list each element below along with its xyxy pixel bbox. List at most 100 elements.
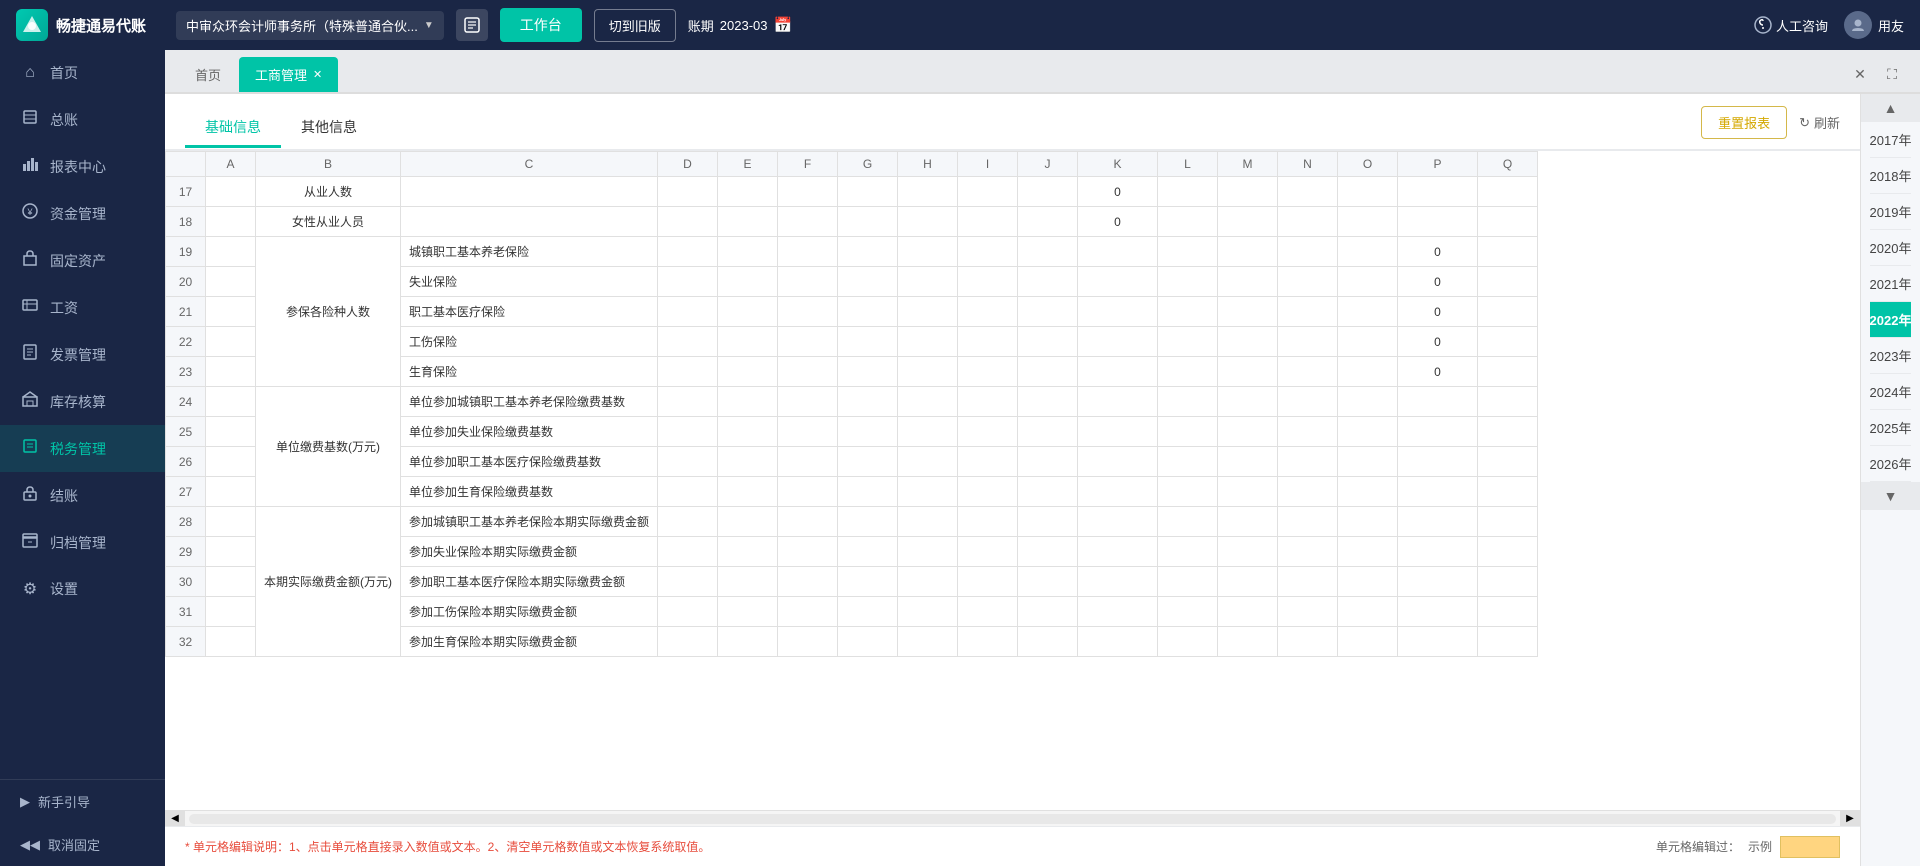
cell-G[interactable] [838,507,898,537]
cell-E[interactable] [718,627,778,657]
cell-I[interactable] [958,207,1018,237]
sidebar-item-close[interactable]: 结账 [0,472,165,519]
cell-E[interactable] [718,207,778,237]
cell-B-category[interactable]: 本期实际缴费金额(万元) [256,507,401,657]
cell-E[interactable] [718,297,778,327]
cell-J[interactable] [1018,357,1078,387]
cell-H[interactable] [898,327,958,357]
cell-D[interactable] [658,567,718,597]
cell-L[interactable] [1158,387,1218,417]
cell-G[interactable] [838,207,898,237]
cell-O[interactable] [1338,207,1398,237]
cell-M[interactable] [1218,327,1278,357]
cell-A[interactable] [206,477,256,507]
cell-M[interactable] [1218,477,1278,507]
cell-N[interactable] [1278,237,1338,267]
cell-M[interactable] [1218,207,1278,237]
cell-I[interactable] [958,327,1018,357]
sidebar-item-reports[interactable]: 报表中心 [0,143,165,190]
cell-Q[interactable] [1478,237,1538,267]
cell-Q[interactable] [1478,477,1538,507]
cell-C[interactable]: 单位参加城镇职工基本养老保险缴费基数 [401,387,658,417]
cell-K[interactable] [1078,477,1158,507]
cell-L[interactable] [1158,297,1218,327]
cell-L[interactable] [1158,597,1218,627]
cell-H[interactable] [898,507,958,537]
cell-Q[interactable] [1478,597,1538,627]
scroll-track[interactable] [189,814,1836,824]
cell-F[interactable] [778,627,838,657]
cell-D[interactable] [658,507,718,537]
cell-H[interactable] [898,447,958,477]
cell-O[interactable] [1338,267,1398,297]
cell-H[interactable] [898,417,958,447]
cell-A[interactable] [206,207,256,237]
cell-F[interactable] [778,237,838,267]
sidebar-item-settings[interactable]: ⚙ 设置 [0,566,165,612]
cell-H[interactable] [898,567,958,597]
cell-J[interactable] [1018,267,1078,297]
cell-H[interactable] [898,537,958,567]
cell-N[interactable] [1278,297,1338,327]
cell-N[interactable] [1278,537,1338,567]
year-item[interactable]: 2022年 [1870,302,1912,338]
cell-K[interactable] [1078,357,1158,387]
cell-E[interactable] [718,417,778,447]
cell-F[interactable] [778,267,838,297]
cell-Q[interactable] [1478,207,1538,237]
cell-J[interactable] [1018,417,1078,447]
cell-O[interactable] [1338,327,1398,357]
cell-E[interactable] [718,177,778,207]
cell-P[interactable] [1398,597,1478,627]
cell-M[interactable] [1218,177,1278,207]
cell-E[interactable] [718,537,778,567]
cell-K[interactable]: 0 [1078,207,1158,237]
year-item[interactable]: 2026年 [1870,446,1912,482]
cell-J[interactable] [1018,597,1078,627]
maximize-window-button[interactable]: ⛶ [1880,62,1904,86]
cell-G[interactable] [838,177,898,207]
cell-L[interactable] [1158,477,1218,507]
workbench-button[interactable]: 工作台 [500,8,582,42]
cell-K[interactable] [1078,597,1158,627]
cell-N[interactable] [1278,477,1338,507]
cell-N[interactable] [1278,627,1338,657]
cell-A[interactable] [206,507,256,537]
cell-A[interactable] [206,627,256,657]
year-item[interactable]: 2017年 [1870,122,1912,158]
cell-K[interactable]: 0 [1078,177,1158,207]
cell-F[interactable] [778,477,838,507]
cell-D[interactable] [658,447,718,477]
cell-I[interactable] [958,597,1018,627]
cell-H[interactable] [898,297,958,327]
cell-P[interactable]: 0 [1398,357,1478,387]
cell-P[interactable]: 0 [1398,297,1478,327]
cell-A[interactable] [206,597,256,627]
cell-C[interactable]: 参加生育保险本期实际缴费金额 [401,627,658,657]
cell-P[interactable] [1398,627,1478,657]
cell-B-category[interactable]: 从业人数 [256,177,401,207]
cell-L[interactable] [1158,447,1218,477]
cell-E[interactable] [718,567,778,597]
cell-A[interactable] [206,237,256,267]
cell-M[interactable] [1218,267,1278,297]
cell-L[interactable] [1158,537,1218,567]
cell-H[interactable] [898,477,958,507]
cell-I[interactable] [958,627,1018,657]
cell-D[interactable] [658,537,718,567]
cell-N[interactable] [1278,447,1338,477]
cell-O[interactable] [1338,297,1398,327]
cell-J[interactable] [1018,177,1078,207]
cell-H[interactable] [898,177,958,207]
sidebar-item-ledger[interactable]: 总账 [0,96,165,143]
cell-J[interactable] [1018,567,1078,597]
cell-Q[interactable] [1478,177,1538,207]
cell-G[interactable] [838,237,898,267]
sidebar-item-home[interactable]: ⌂ 首页 [0,50,165,96]
cell-I[interactable] [958,507,1018,537]
cell-Q[interactable] [1478,417,1538,447]
cell-I[interactable] [958,237,1018,267]
cell-M[interactable] [1218,387,1278,417]
cell-B-category[interactable]: 单位缴费基数(万元) [256,387,401,507]
cell-A[interactable] [206,297,256,327]
